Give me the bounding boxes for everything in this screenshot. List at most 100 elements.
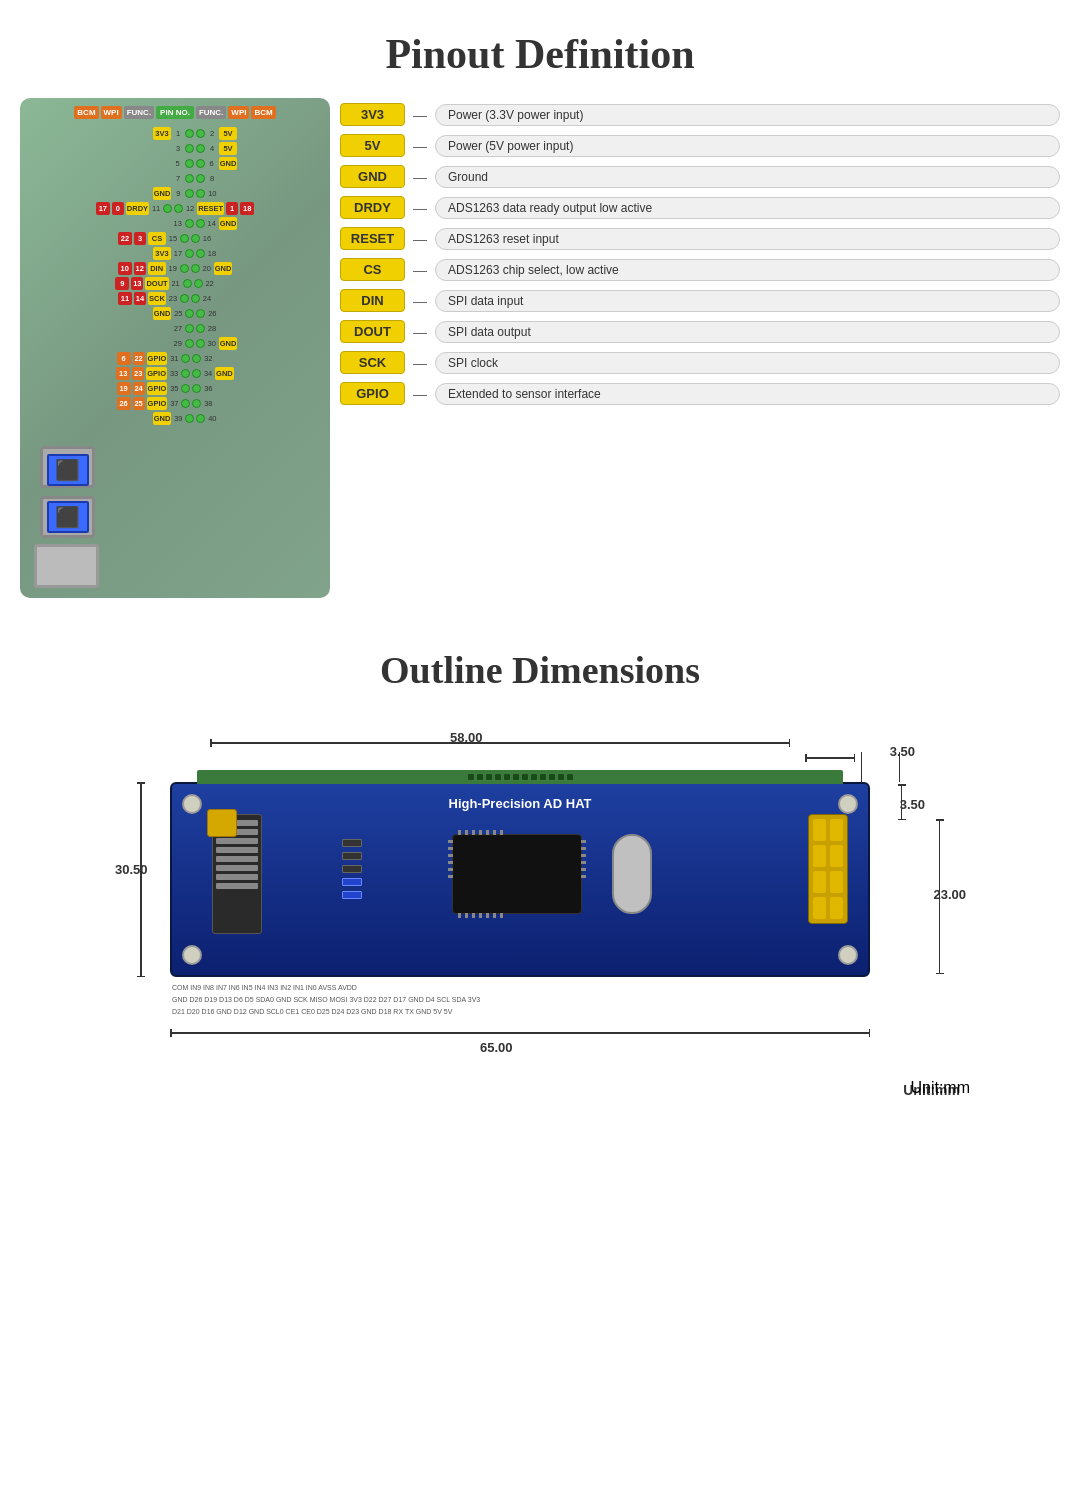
pin-row-23-24: 11 14 SCK 23 24 <box>20 291 330 305</box>
usb-port-2: ⬛ <box>40 446 95 488</box>
legend-arrow-sck: — <box>413 355 427 371</box>
pin-row-37-38: 26 25 GPIO 37 38 <box>20 396 330 410</box>
section-title-dimensions: Outline Dimensions <box>0 618 1080 712</box>
pin-row-17-18: 3V3 17 18 <box>20 246 330 260</box>
dim-label-3v5-top: 3.50 <box>890 744 915 759</box>
right-labels: AIN GND VCC <box>919 812 928 864</box>
bottom-labels-row3: D21 D20 D16 GND D12 GND SCL0 CE1 CE0 D25… <box>172 1008 452 1015</box>
legend-badge-din: DIN <box>340 289 405 312</box>
pin-table: 3V3 1 2 5V 3 4 5V <box>20 126 330 425</box>
legend-badge-drdy: DRDY <box>340 196 405 219</box>
pin-row-15-16: 22 3 CS 15 16 <box>20 231 330 245</box>
pin-row-31-32: 6 22 GPIO 31 32 <box>20 351 330 365</box>
header-func-right: FUNC. <box>196 106 226 119</box>
ethernet-port <box>34 544 99 588</box>
legend-desc-3v3: Power (3.3V power input) <box>435 104 1060 126</box>
pi-diagram: ⬛ ⬛ BCM WPI FUNC. PIN NO. FUNC. WPI BCM <box>20 98 330 598</box>
ic-pins-bottom <box>458 913 503 918</box>
legend-badge-gpio: GPIO <box>340 382 405 405</box>
legend-row-reset: RESET — ADS1263 reset input <box>340 227 1060 250</box>
dim-label-3v5-right: 3.50 <box>900 797 925 812</box>
mount-hole-br <box>838 945 858 965</box>
legend-badge-5v: 5V <box>340 134 405 157</box>
terminal-holes <box>468 774 573 780</box>
legend-badge-sck: SCK <box>340 351 405 374</box>
legend-row-5v: 5V — Power (5V power input) <box>340 134 1060 157</box>
mount-hole-tr <box>838 794 858 814</box>
legend-row-sck: SCK — SPI clock <box>340 351 1060 374</box>
dim-line-65 <box>170 1032 870 1034</box>
board-diagram: 58.00 3.50 3.50 <box>110 722 970 1102</box>
unit-label: Unit:mm <box>910 1079 970 1097</box>
dim-line-3v5-h <box>861 752 863 782</box>
pin-row-19-20: 10 12 DIN 19 20 GND <box>20 261 330 275</box>
dim-line-58 <box>210 742 790 744</box>
pinout-section: ⬛ ⬛ BCM WPI FUNC. PIN NO. FUNC. WPI BCM <box>0 98 1080 618</box>
mount-hole-tl <box>182 794 202 814</box>
legend-row-dout: DOUT — SPI data output <box>340 320 1060 343</box>
mount-hole-bl <box>182 945 202 965</box>
pin-header-strip: BCM WPI FUNC. PIN NO. FUNC. WPI BCM <box>20 106 330 119</box>
legend-desc-gnd: Ground <box>435 166 1060 188</box>
yellow-component <box>207 809 237 837</box>
dim-line-height <box>140 782 142 977</box>
legend-row-gpio: GPIO — Extended to sensor interface <box>340 382 1060 405</box>
pin-row-29-30: 29 30 GND <box>20 336 330 350</box>
ic-pins-left <box>448 840 453 878</box>
legend-row-drdy: DRDY — ADS1263 data ready output low act… <box>340 196 1060 219</box>
pin-row-9-10: GND 9 10 <box>20 186 330 200</box>
legend-arrow-din: — <box>413 293 427 309</box>
legend-badge-dout: DOUT <box>340 320 405 343</box>
legend-arrow-drdy: — <box>413 200 427 216</box>
dim-line-3v5-w <box>805 757 855 759</box>
legend-arrow-cs: — <box>413 262 427 278</box>
header-wpi-right: WPI <box>228 106 249 119</box>
legend-row-din: DIN — SPI data input <box>340 289 1060 312</box>
pcb-board: High-Precision AD HAT <box>170 782 870 977</box>
legend-arrow-3v3: — <box>413 107 427 123</box>
crystal <box>612 834 652 914</box>
dimensions-section: 58.00 3.50 3.50 <box>0 712 1080 1138</box>
pin-row-3-4: 3 4 5V <box>20 141 330 155</box>
pin-row-27-28: 27 28 <box>20 321 330 335</box>
dim-label-58: 58.00 <box>450 730 483 745</box>
legend-desc-drdy: ADS1263 data ready output low active <box>435 197 1060 219</box>
right-pads <box>808 814 848 924</box>
legend-row-gnd: GND — Ground <box>340 165 1060 188</box>
dim-label-height: 30.50 <box>115 862 148 877</box>
legend-arrow-gnd: — <box>413 169 427 185</box>
legend-desc-cs: ADS1263 chip select, low active <box>435 259 1060 281</box>
pin-row-21-22: 9 13 DOUT 21 22 <box>20 276 330 290</box>
legend-arrow-dout: — <box>413 324 427 340</box>
legend-arrow-reset: — <box>413 231 427 247</box>
pin-row-7-8: 7 8 <box>20 171 330 185</box>
dim-label-65: 65.00 <box>480 1040 513 1055</box>
pin-row-1-2: 3V3 1 2 5V <box>20 126 330 140</box>
ic-pins-right <box>581 840 586 878</box>
legend-desc-reset: ADS1263 reset input <box>435 228 1060 250</box>
ic-pins-top <box>458 830 503 835</box>
header-bcm-right: BCM <box>251 106 275 119</box>
pin-row-5-6: 5 6 GND <box>20 156 330 170</box>
usb-port-1: ⬛ <box>40 496 95 538</box>
legend-desc-sck: SPI clock <box>435 352 1060 374</box>
legend-desc-dout: SPI data output <box>435 321 1060 343</box>
connector-strip-top <box>197 770 843 784</box>
bottom-labels-row2: GND D26 D19 D13 D6 D5 SDA0 GND SCK MISO … <box>172 996 480 1003</box>
header-pin-no: PIN NO. <box>156 106 194 119</box>
legend-desc-gpio: Extended to sensor interface <box>435 383 1060 405</box>
pin-row-11-12: 17 0 DRDY 11 12 RESET 1 18 <box>20 201 330 215</box>
legend-row-3v3: 3V3 — Power (3.3V power input) <box>340 103 1060 126</box>
legend-badge-reset: RESET <box>340 227 405 250</box>
legend-desc-din: SPI data input <box>435 290 1060 312</box>
legend-badge-cs: CS <box>340 258 405 281</box>
passive-components <box>342 839 362 899</box>
legend-badge-gnd: GND <box>340 165 405 188</box>
bottom-labels-row1: COM IN9 IN8 IN7 IN6 IN5 IN4 IN3 IN2 IN1 … <box>172 984 357 991</box>
legend-arrow-gpio: — <box>413 386 427 402</box>
pin-row-39-40: GND 39 40 <box>20 411 330 425</box>
pin-row-25-26: GND 25 26 <box>20 306 330 320</box>
legend-row-cs: CS — ADS1263 chip select, low active <box>340 258 1060 281</box>
dim-label-23: 23.00 <box>933 887 966 902</box>
legend-desc-5v: Power (5V power input) <box>435 135 1060 157</box>
